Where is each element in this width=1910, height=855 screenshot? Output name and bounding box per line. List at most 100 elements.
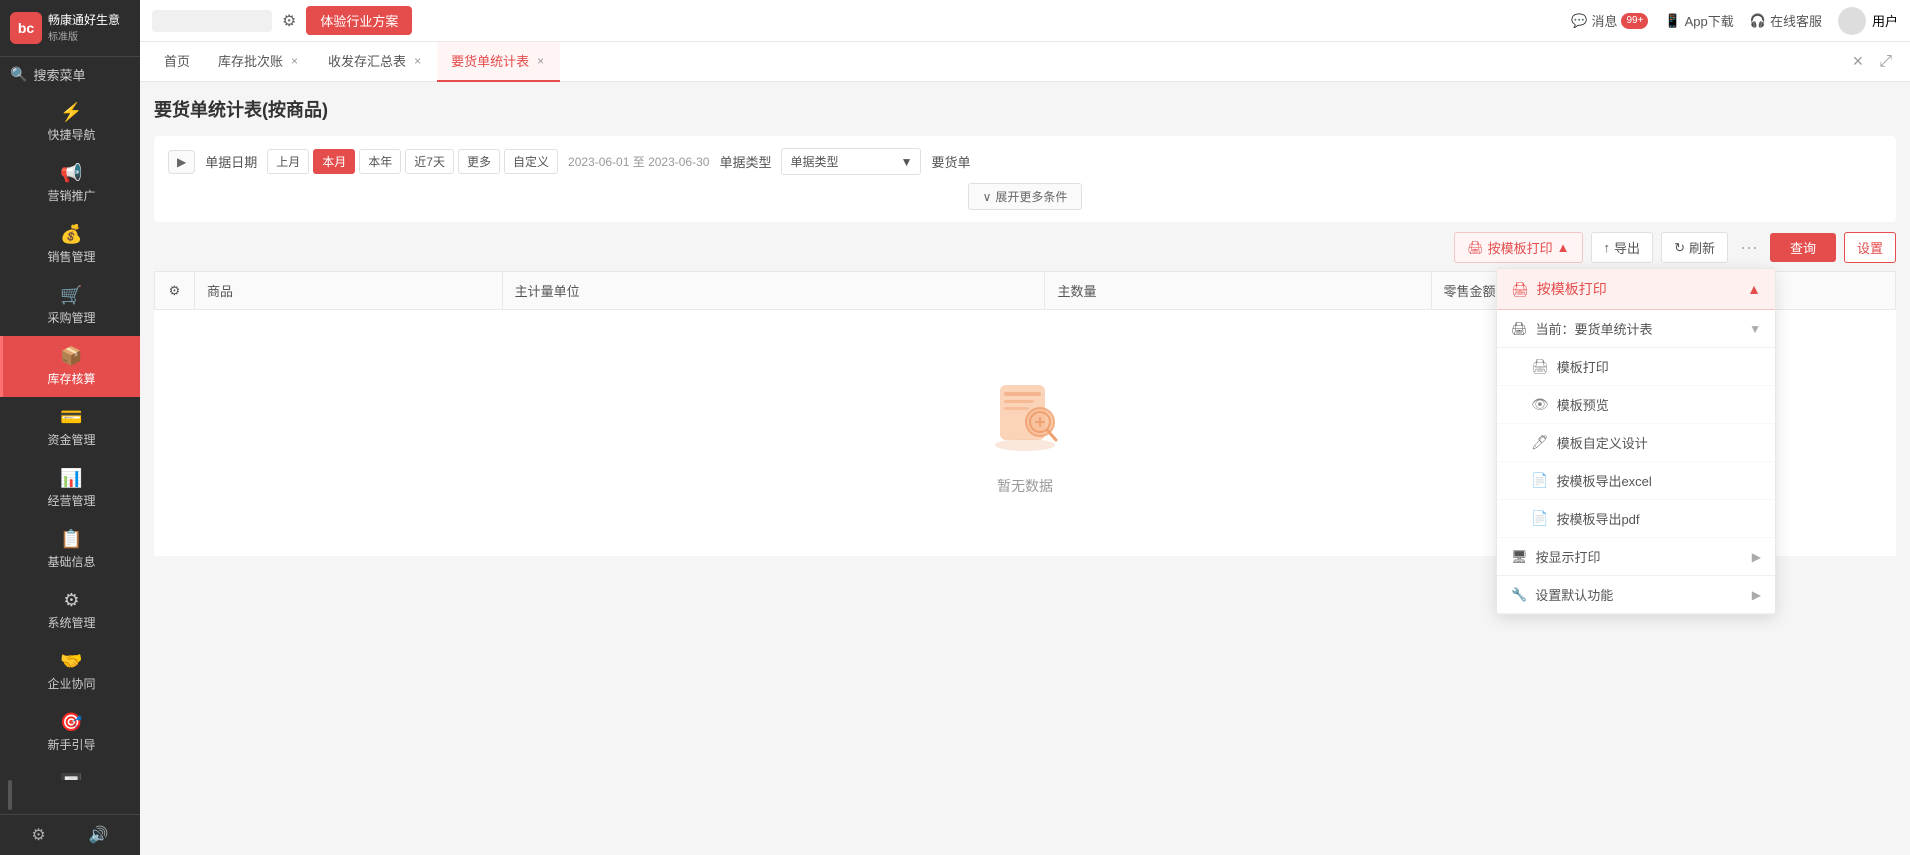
sidebar-search[interactable]: 🔍 搜索菜单 xyxy=(0,57,140,92)
sidebar-item-purchase[interactable]: 🛒 采购管理 xyxy=(0,275,140,336)
date-current-month[interactable]: 本月 xyxy=(313,149,355,174)
print-dropdown: 🖨 按模板打印 ▲ 🖨 当前：要货单统计表 ▼ 🖨 xyxy=(1496,268,1776,615)
print-arrow-icon: ▲ xyxy=(1557,240,1570,255)
sidebar-item-apps[interactable]: 🔲 应用中心 xyxy=(0,763,140,780)
tab-close-receipt[interactable]: × xyxy=(412,52,423,70)
dropdown-item-template-design[interactable]: 🖊 模板自定义设计 xyxy=(1497,424,1775,462)
sidebar-item-marketing[interactable]: 📢 营销推广 xyxy=(0,153,140,214)
date-more[interactable]: 更多 xyxy=(458,149,500,174)
template-design-icon: 🖊 xyxy=(1531,434,1549,451)
date-last7[interactable]: 近7天 xyxy=(405,149,454,174)
filter-card: ▶ 单据日期 上月 本月 本年 近7天 更多 自定义 2023-06-01 至 … xyxy=(154,136,1896,222)
date-custom[interactable]: 自定义 xyxy=(504,149,558,174)
sidebar-item-sales[interactable]: 💰 销售管理 xyxy=(0,214,140,275)
sidebar-item-quick-nav[interactable]: ⚡ 快捷导航 xyxy=(0,92,140,153)
search-icon: 🔍 xyxy=(10,66,27,83)
select-arrow-icon: ▼ xyxy=(901,155,913,169)
apps-icon: 🔲 xyxy=(60,773,82,780)
enterprise-icon: 🤝 xyxy=(60,651,82,672)
export-excel-icon: 📄 xyxy=(1531,472,1548,489)
printer-header-icon: 🖨 xyxy=(1511,281,1529,298)
sidebar-item-enterprise[interactable]: 🤝 企业协同 xyxy=(0,641,140,702)
headset-icon: 🎧 xyxy=(1750,13,1766,29)
page-title: 要货单统计表(按商品) xyxy=(154,96,1896,122)
export-icon: ↑ xyxy=(1604,240,1611,255)
quick-nav-icon: ⚡ xyxy=(60,102,82,123)
speaker-footer-icon[interactable]: 🔊 xyxy=(89,825,109,845)
current-template-left: 🖨 当前：要货单统计表 xyxy=(1511,319,1653,338)
set-default-arrow: ▶ xyxy=(1752,588,1761,602)
tab-order-stats[interactable]: 要货单统计表 × xyxy=(437,42,560,82)
dropdown-item-export-excel[interactable]: 📄 按模板导出excel xyxy=(1497,462,1775,500)
dropdown-display-print[interactable]: 🖥 按显示打印 ▶ xyxy=(1497,538,1775,576)
sidebar-item-system[interactable]: ⚙ 系统管理 xyxy=(0,580,140,641)
sidebar-item-inventory[interactable]: 📦 库存核算 xyxy=(0,336,140,397)
sidebar-nav: ⚡ 快捷导航 📢 营销推广 💰 销售管理 🛒 采购管理 📦 库存核算 💳 资金管… xyxy=(0,92,140,780)
query-btn[interactable]: 查询 xyxy=(1770,233,1836,262)
tab-home[interactable]: 首页 xyxy=(150,42,204,82)
display-print-icon: 🖥 xyxy=(1511,549,1528,565)
sidebar-item-operation[interactable]: 📊 经营管理 xyxy=(0,458,140,519)
dropdown-item-export-pdf[interactable]: 📄 按模板导出pdf xyxy=(1497,500,1775,538)
settings-footer-icon[interactable]: ⚙ xyxy=(31,825,45,845)
filter-expand-btn[interactable]: ▶ xyxy=(168,150,195,174)
dropdown-item-template-preview[interactable]: 👁 模板预览 xyxy=(1497,386,1775,424)
export-btn[interactable]: ↑ 导出 xyxy=(1591,232,1654,263)
refresh-btn[interactable]: ↻ 刷新 xyxy=(1661,232,1728,263)
display-print-arrow: ▶ xyxy=(1752,550,1761,564)
topbar: ⚙ 体验行业方案 💬 消息 99+ 📱 App下载 🎧 在线客服 用户 xyxy=(140,0,1910,42)
tab-close-order[interactable]: × xyxy=(535,52,546,70)
display-print-left: 🖥 按显示打印 xyxy=(1511,547,1601,566)
expand-more-btn[interactable]: ∨ 展开更多条件 xyxy=(968,183,1083,210)
col-quantity: 主数量 xyxy=(1045,272,1431,310)
dropdown-set-default[interactable]: 🔧 设置默认功能 ▶ xyxy=(1497,576,1775,614)
topbar-app-download[interactable]: 📱 App下载 xyxy=(1664,11,1733,30)
dropdown-item-template-print[interactable]: 🖨 模板打印 xyxy=(1497,348,1775,386)
refresh-icon: ↻ xyxy=(1674,240,1685,256)
set-default-icon: 🔧 xyxy=(1511,587,1527,603)
empty-icon xyxy=(980,370,1070,460)
sidebar-footer: ⚙ 🔊 xyxy=(0,814,140,855)
action-bar: 🖨 按模板打印 ▲ ↑ 导出 ↻ 刷新 ··· 查询 设置 🖨 按模板打印 xyxy=(154,232,1896,263)
topbar-online-service[interactable]: 🎧 在线客服 xyxy=(1750,11,1822,30)
operation-icon: 📊 xyxy=(60,468,82,489)
finance-icon: 💳 xyxy=(60,407,82,428)
topbar-gear-icon[interactable]: ⚙ xyxy=(282,11,296,31)
expand-icon: ▶ xyxy=(177,155,186,169)
inventory-icon: 📦 xyxy=(60,346,82,367)
tab-close-batch[interactable]: × xyxy=(289,52,300,70)
sidebar-item-basic[interactable]: 📋 基础信息 xyxy=(0,519,140,580)
trial-button[interactable]: 体验行业方案 xyxy=(306,6,412,35)
settings-btn[interactable]: 设置 xyxy=(1844,232,1896,263)
topbar-user[interactable]: 用户 xyxy=(1838,7,1898,35)
window-close-btn[interactable]: × xyxy=(1845,51,1872,72)
date-prev-month[interactable]: 上月 xyxy=(267,149,309,174)
print-dropdown-header[interactable]: 🖨 按模板打印 ▲ xyxy=(1497,269,1775,310)
msg-badge: 99+ xyxy=(1621,13,1648,29)
window-expand-btn[interactable]: ⤢ xyxy=(1871,53,1900,71)
topbar-search-input[interactable] xyxy=(152,10,272,32)
topbar-msg[interactable]: 💬 消息 99+ xyxy=(1571,11,1648,30)
more-dots-btn[interactable]: ··· xyxy=(1736,237,1762,258)
current-template-item[interactable]: 🖨 当前：要货单统计表 ▼ xyxy=(1497,310,1775,348)
tab-receipt-summary[interactable]: 收发存汇总表 × xyxy=(314,42,437,82)
current-template-arrow: ▼ xyxy=(1749,322,1761,336)
page-content: 要货单统计表(按商品) ▶ 单据日期 上月 本月 本年 近7天 更多 xyxy=(140,82,1910,855)
sidebar-item-finance[interactable]: 💳 资金管理 xyxy=(0,397,140,458)
order-type-select[interactable]: 单据类型 ▼ xyxy=(781,148,921,175)
tab-batch-account[interactable]: 库存批次账 × xyxy=(204,42,314,82)
template-preview-icon: 👁 xyxy=(1531,396,1549,413)
filter-row: ▶ 单据日期 上月 本月 本年 近7天 更多 自定义 2023-06-01 至 … xyxy=(168,148,1882,175)
print-dropdown-header-left: 🖨 按模板打印 xyxy=(1511,279,1607,299)
empty-text: 暂无数据 xyxy=(997,476,1053,496)
sidebar-item-guide[interactable]: 🎯 新手引导 xyxy=(0,702,140,763)
date-current-year[interactable]: 本年 xyxy=(359,149,401,174)
topbar-right: 💬 消息 99+ 📱 App下载 🎧 在线客服 用户 xyxy=(1571,7,1898,35)
order-type-label: 单据类型 xyxy=(719,152,771,171)
date-range: 2023-06-01 至 2023-06-30 xyxy=(568,153,709,170)
gear-icon: ⚙ xyxy=(169,283,181,298)
print-template-btn[interactable]: 🖨 按模板打印 ▲ xyxy=(1454,232,1582,263)
col-gear[interactable]: ⚙ xyxy=(155,272,195,310)
guide-icon: 🎯 xyxy=(60,712,82,733)
marketing-icon: 📢 xyxy=(60,163,82,184)
